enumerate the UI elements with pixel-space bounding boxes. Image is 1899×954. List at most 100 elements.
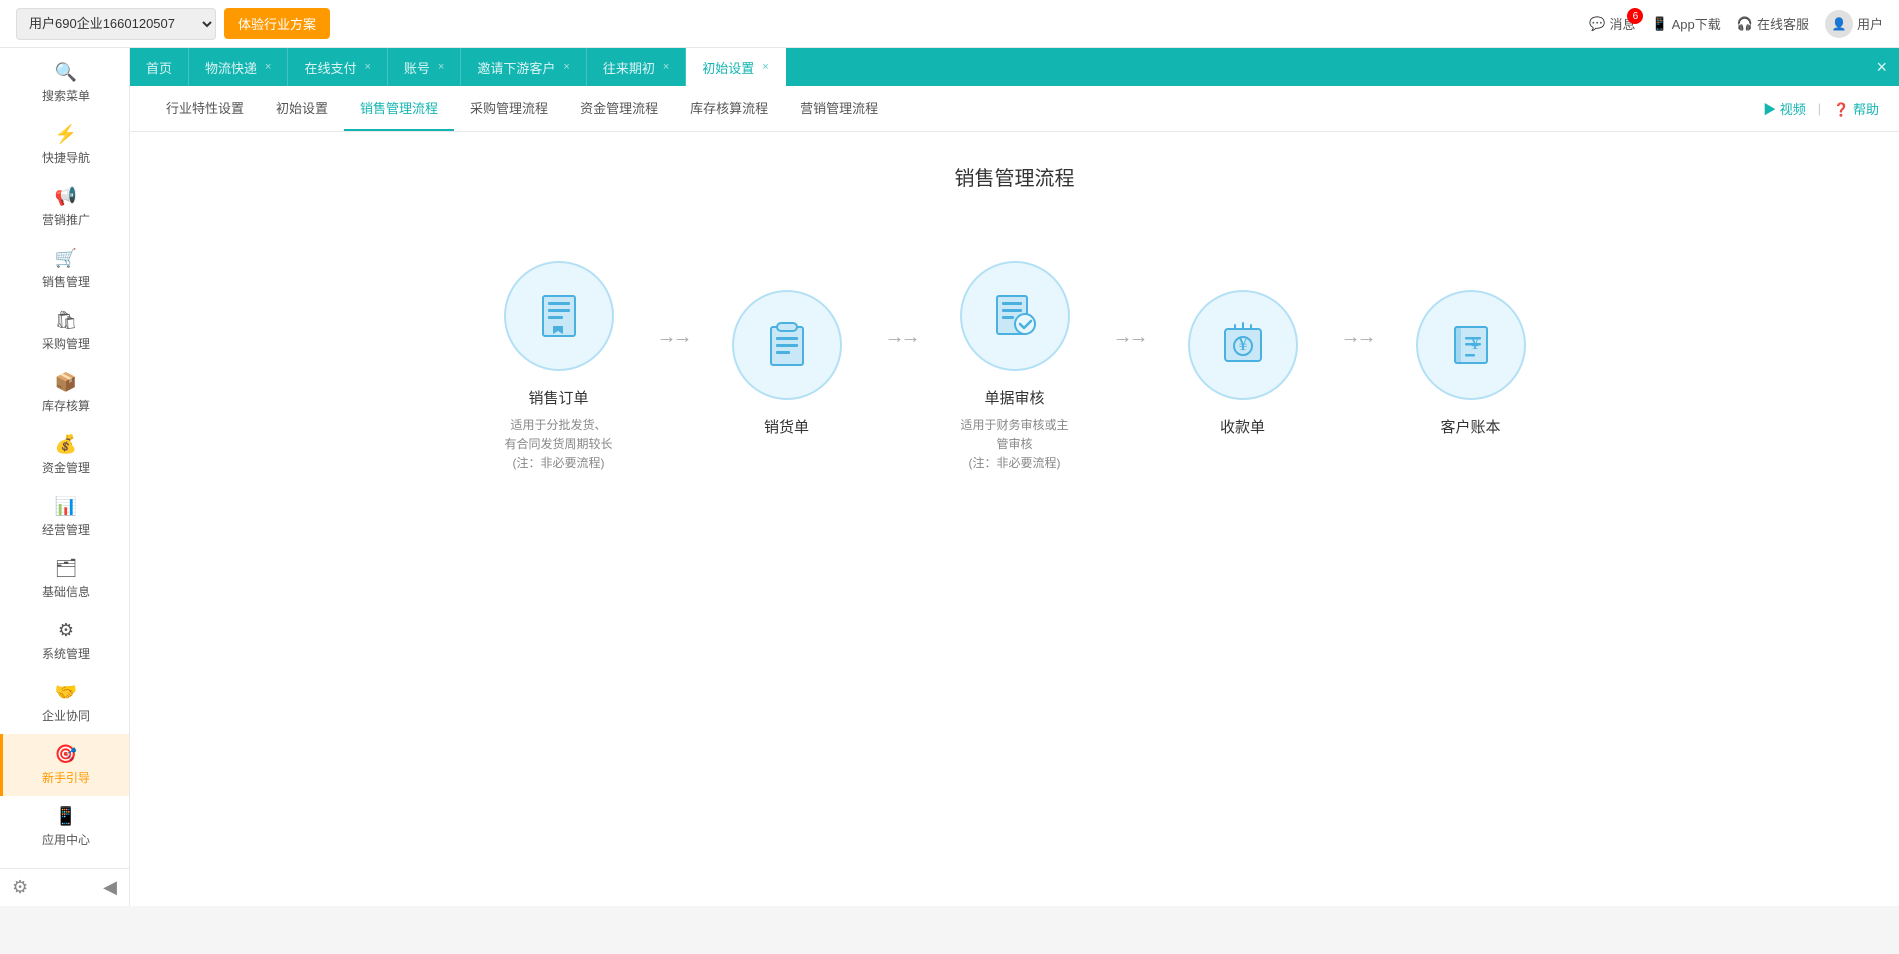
sidebar-item-purchase-label: 采购管理: [42, 335, 90, 352]
sidebar-item-guide[interactable]: 🎯 新手引导: [0, 734, 129, 796]
message-icon: 💬: [1589, 16, 1605, 32]
sub-tabs-right: ▶ 视频 | ❓ 帮助: [1763, 99, 1879, 118]
sidebar-item-purchase[interactable]: 🛍 采购管理: [0, 300, 129, 362]
sidebar-item-cooperation[interactable]: 🤝 企业协同: [0, 672, 129, 734]
receipt-circle[interactable]: ¥: [1188, 290, 1298, 400]
settings-icon[interactable]: ⚙: [12, 877, 28, 898]
video-label: 视频: [1780, 102, 1806, 117]
sidebar-item-base-info[interactable]: 🗂 基础信息: [0, 548, 129, 610]
receipt-label: 收款单: [1220, 416, 1265, 437]
app-download-item[interactable]: 📱 App下载: [1651, 14, 1720, 33]
app-download-label: App下载: [1672, 14, 1721, 33]
sub-tab-sales-flow[interactable]: 销售管理流程: [344, 86, 454, 131]
nav-tab-close-all[interactable]: ×: [1864, 48, 1899, 86]
ledger-icon: ¥: [1445, 319, 1497, 371]
sidebar-item-quick-nav[interactable]: ⚡ 快捷导航: [0, 114, 129, 176]
sidebar-item-marketing[interactable]: 📢 营销推广: [0, 176, 129, 238]
sub-tab-industry[interactable]: 行业特性设置: [150, 86, 260, 131]
nav-tab-period[interactable]: 往来期初 ×: [587, 48, 686, 86]
avatar: 👤: [1825, 10, 1853, 38]
sidebar-item-wechat[interactable]: 💬 企业微信: [0, 858, 129, 868]
sub-tab-purchase-flow[interactable]: 采购管理流程: [454, 86, 564, 131]
finance-icon: 💰: [55, 434, 77, 455]
nav-tab-init-close[interactable]: ×: [762, 61, 768, 73]
lightning-icon: ⚡: [55, 124, 77, 145]
collapse-icon[interactable]: ◀: [103, 877, 117, 898]
sidebar-item-inventory-label: 库存核算: [42, 397, 90, 414]
sub-tab-marketing-flow[interactable]: 营销管理流程: [784, 86, 894, 131]
help-label: 帮助: [1853, 102, 1879, 117]
system-icon: ⚙: [58, 620, 74, 641]
headset-icon: 🎧: [1737, 16, 1753, 32]
delivery-circle[interactable]: [732, 290, 842, 400]
inventory-icon: 📦: [55, 372, 77, 393]
nav-tab-invite[interactable]: 邀请下游客户 ×: [461, 48, 586, 86]
sidebar-item-inventory[interactable]: 📦 库存核算: [0, 362, 129, 424]
nav-tab-account[interactable]: 账号 ×: [388, 48, 461, 86]
sub-tab-sales-flow-label: 销售管理流程: [360, 101, 438, 116]
sidebar-item-finance[interactable]: 💰 资金管理: [0, 424, 129, 486]
flow-step-delivery: 销货单: [697, 290, 877, 445]
sub-tab-marketing-flow-label: 营销管理流程: [800, 101, 878, 116]
nav-tab-logistics[interactable]: 物流快递 ×: [189, 48, 288, 86]
content-area: 行业特性设置 初始设置 销售管理流程 采购管理流程 资金管理流程 库存核算流程: [130, 86, 1899, 906]
arrow-1: →→: [649, 326, 697, 349]
operations-icon: 📊: [55, 496, 77, 517]
nav-tab-period-close[interactable]: ×: [663, 61, 669, 73]
nav-tab-period-label: 往来期初: [603, 58, 655, 77]
delivery-icon: [761, 319, 813, 371]
sub-tab-inventory-flow-label: 库存核算流程: [690, 101, 768, 116]
flow-step-sales-order: 销售订单 适用于分批发货、有合同发货周期较长(注：非必要流程): [469, 261, 649, 474]
sidebar-item-search[interactable]: 🔍 搜索菜单: [0, 52, 129, 114]
sub-tab-init-label: 初始设置: [276, 101, 328, 116]
messages-badge: 6: [1627, 8, 1643, 24]
user-item[interactable]: 👤 用户: [1825, 10, 1883, 38]
sidebar-item-marketing-label: 营销推广: [42, 211, 90, 228]
marketing-icon: 📢: [55, 186, 77, 207]
arrow-2: →→: [877, 326, 925, 349]
messages-item[interactable]: 💬 消息 6: [1589, 14, 1635, 33]
experience-button[interactable]: 体验行业方案: [224, 8, 330, 39]
sales-order-desc: 适用于分批发货、有合同发货周期较长(注：非必要流程): [504, 416, 612, 474]
sidebar-item-sales-label: 销售管理: [42, 273, 90, 290]
app-icon: 📱: [1651, 16, 1667, 32]
sales-order-label: 销售订单: [528, 387, 588, 408]
sidebar-item-operations[interactable]: 📊 经营管理: [0, 486, 129, 548]
arrow-4: →→: [1333, 326, 1381, 349]
sidebar-item-quick-nav-label: 快捷导航: [42, 149, 90, 166]
nav-tab-logistics-label: 物流快递: [205, 58, 257, 77]
divider: |: [1818, 101, 1821, 116]
sidebar-item-sales[interactable]: 🛒 销售管理: [0, 238, 129, 300]
sidebar-item-search-label: 搜索菜单: [42, 87, 90, 104]
nav-tab-init[interactable]: 初始设置 ×: [686, 48, 785, 86]
nav-tab-home[interactable]: 首页: [130, 48, 189, 86]
sidebar-item-cooperation-label: 企业协同: [42, 707, 90, 724]
sales-order-icon: [533, 290, 585, 342]
nav-tab-logistics-close[interactable]: ×: [265, 61, 271, 73]
sales-order-circle[interactable]: [504, 261, 614, 371]
ledger-label: 客户账本: [1440, 416, 1500, 437]
sidebar-item-system[interactable]: ⚙ 系统管理: [0, 610, 129, 672]
sidebar-item-base-info-label: 基础信息: [42, 583, 90, 600]
purchase-icon: 🛍: [55, 310, 78, 331]
nav-tab-invite-close[interactable]: ×: [563, 61, 569, 73]
sales-icon: 🛒: [55, 248, 77, 269]
online-service-item[interactable]: 🎧 在线客服: [1737, 14, 1809, 33]
audit-circle[interactable]: [960, 261, 1070, 371]
flow-step-ledger: ¥ 客户账本: [1381, 290, 1561, 445]
user-select[interactable]: 用户690企业1660120507: [16, 8, 216, 40]
video-link[interactable]: ▶ 视频: [1763, 99, 1806, 118]
sub-tab-finance-flow[interactable]: 资金管理流程: [564, 86, 674, 131]
sidebar-item-system-label: 系统管理: [42, 645, 90, 662]
nav-tab-payment-close[interactable]: ×: [364, 61, 370, 73]
sidebar-item-app-center[interactable]: 📱 应用中心: [0, 796, 129, 858]
nav-tab-payment[interactable]: 在线支付 ×: [288, 48, 387, 86]
nav-tabs-bar: 首页 物流快递 × 在线支付 × 账号 × 邀请下游客户 × 往来期初 × 初始…: [130, 48, 1899, 86]
sub-tab-inventory-flow[interactable]: 库存核算流程: [674, 86, 784, 131]
help-link[interactable]: ❓ 帮助: [1833, 99, 1879, 118]
audit-label: 单据审核: [984, 387, 1044, 408]
nav-tab-account-close[interactable]: ×: [438, 61, 444, 73]
ledger-circle[interactable]: ¥: [1416, 290, 1526, 400]
audit-icon: [989, 290, 1041, 342]
sub-tab-init[interactable]: 初始设置: [260, 86, 344, 131]
